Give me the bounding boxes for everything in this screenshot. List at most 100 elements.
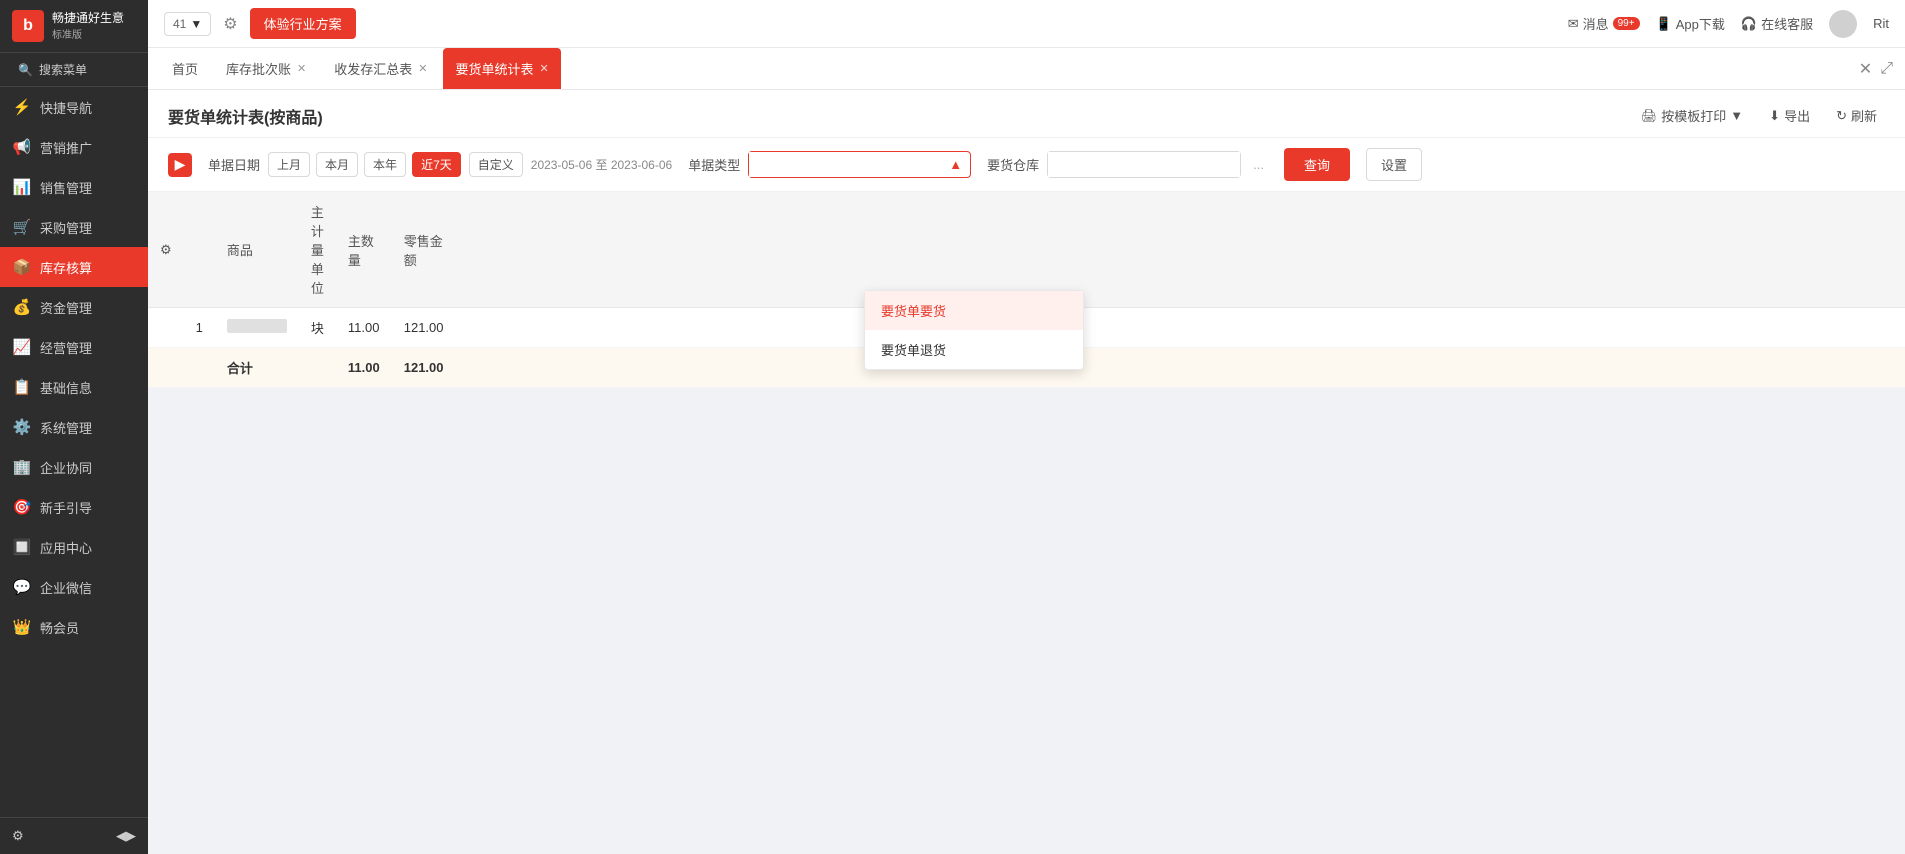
date-option-0[interactable]: 上月 [268, 152, 310, 177]
marketing-icon: 📢 [12, 137, 32, 157]
refresh-icon: ↻ [1836, 108, 1847, 124]
sidebar-item-enterprise[interactable]: 🏢 企业协同 [0, 447, 148, 487]
basic-icon: 📋 [12, 377, 32, 397]
sidebar-item-finance[interactable]: 💰 资金管理 [0, 287, 148, 327]
date-option-2[interactable]: 本年 [364, 152, 406, 177]
row-unit-0: 块 [299, 308, 336, 348]
sidebar-item-apps[interactable]: 🔲 应用中心 [0, 527, 148, 567]
tab-label-collect-summary: 收发存汇总表 [334, 59, 412, 78]
doc-type-group: 单据类型 ▲ [688, 151, 971, 178]
sidebar-item-inventory[interactable]: 📦 库存核算 [0, 247, 148, 287]
logo: b 畅捷通好生意 标准版 [0, 0, 148, 53]
tab-label-order-summary: 要货单统计表 [455, 59, 533, 78]
tab-inventory-batch[interactable]: 库存批次账 ✕ [214, 48, 318, 89]
dropdown-option-0[interactable]: 要货单要货 [865, 291, 1083, 330]
row-product-0 [215, 308, 299, 348]
print-icon: 🖨 [1641, 108, 1658, 124]
apps-icon: 🔲 [12, 537, 32, 557]
sidebar-item-label-guide: 新手引导 [40, 498, 92, 517]
doc-type-arrow-icon[interactable]: ▲ [941, 157, 970, 172]
finance-icon: 💰 [12, 297, 32, 317]
col-product-header: 商品 [215, 192, 299, 308]
row-no-0: 1 [184, 308, 215, 348]
settings-icon[interactable]: ⚙ [12, 828, 24, 844]
sidebar-item-sales[interactable]: 📊 销售管理 [0, 167, 148, 207]
date-option-1[interactable]: 本月 [316, 152, 358, 177]
sidebar-item-label-sales: 销售管理 [40, 178, 92, 197]
online-service-btn[interactable]: 🎧 在线客服 [1741, 14, 1813, 33]
custom-date-btn[interactable]: 自定义 [469, 152, 523, 177]
print-label: 按模板打印 [1661, 106, 1726, 125]
tab-order-summary[interactable]: 要货单统计表 ✕ [443, 48, 560, 89]
date-filter-group: 单据日期 上月本月本年近7天 自定义 2023-05-06 至 2023-06-… [208, 152, 672, 177]
store-selector[interactable]: 41 ▼ [164, 12, 211, 36]
footer-unit [299, 348, 336, 388]
sidebar-item-marketing[interactable]: 📢 营销推广 [0, 127, 148, 167]
sidebar-item-label-apps: 应用中心 [40, 538, 92, 557]
sidebar-item-guide[interactable]: 🎯 新手引导 [0, 487, 148, 527]
avatar[interactable] [1829, 10, 1857, 38]
app-name: 畅捷通好生意 [52, 11, 124, 27]
sidebar-nav: ⚡ 快捷导航 📢 营销推广 📊 销售管理 🛒 采购管理 📦 库存核算 💰 资金管… [0, 87, 148, 817]
sidebar-item-label-purchase: 采购管理 [40, 218, 92, 237]
sidebar-item-label-enterprise: 企业协同 [40, 458, 92, 477]
sidebar-search[interactable]: 🔍 搜索菜单 [0, 53, 148, 87]
print-dropdown-icon: ▼ [1730, 108, 1743, 123]
tab-collect-summary[interactable]: 收发存汇总表 ✕ [322, 48, 439, 89]
app-download-btn[interactable]: 📱 App下载 [1656, 14, 1725, 33]
page-actions: 🖨 按模板打印 ▼ ⬇ 导出 ↻ 刷新 [1633, 102, 1885, 129]
dropdown-option-1[interactable]: 要货单退货 [865, 330, 1083, 369]
expand-icon[interactable]: ⤢ [1880, 60, 1893, 78]
query-button[interactable]: 查询 [1284, 148, 1350, 181]
sidebar-item-system[interactable]: ⚙️ 系统管理 [0, 407, 148, 447]
store-dropdown-icon: ▼ [190, 17, 202, 31]
tab-close-collect-summary[interactable]: ✕ [418, 62, 427, 75]
sidebar-item-wechat[interactable]: 💬 企业微信 [0, 567, 148, 607]
settings-button[interactable]: 设置 [1366, 148, 1422, 181]
sales-icon: 📊 [12, 177, 32, 197]
logo-icon: b [12, 10, 44, 42]
export-btn[interactable]: ⬇ 导出 [1761, 102, 1818, 129]
doc-type-select[interactable]: ▲ [748, 151, 971, 178]
footer-extra [456, 348, 1905, 388]
sidebar-item-member[interactable]: 👑 畅会员 [0, 607, 148, 647]
tab-close-inventory-batch[interactable]: ✕ [297, 62, 306, 75]
inventory-icon: 📦 [12, 257, 32, 277]
sidebar-item-quick-nav[interactable]: ⚡ 快捷导航 [0, 87, 148, 127]
online-service-label: 在线客服 [1761, 14, 1813, 33]
warehouse-select[interactable] [1047, 151, 1241, 178]
sidebar-item-purchase[interactable]: 🛒 采购管理 [0, 207, 148, 247]
col-unit-header: 主计量单位 [299, 192, 336, 308]
print-btn[interactable]: 🖨 按模板打印 ▼ [1633, 102, 1751, 129]
sidebar-item-label-member: 畅会员 [40, 618, 79, 637]
column-settings[interactable]: ⚙ [148, 192, 184, 308]
sidebar-item-label-operations: 经营管理 [40, 338, 92, 357]
operations-icon: 📈 [12, 337, 32, 357]
sidebar-item-operations[interactable]: 📈 经营管理 [0, 327, 148, 367]
trial-button[interactable]: 体验行业方案 [250, 8, 356, 39]
close-all-icon[interactable]: ✕ [1859, 59, 1872, 79]
date-option-3[interactable]: 近7天 [412, 152, 461, 177]
tab-home[interactable]: 首页 [160, 48, 210, 89]
sidebar-item-basic[interactable]: 📋 基础信息 [0, 367, 148, 407]
topbar-settings-icon[interactable]: ⚙ [223, 14, 237, 34]
warehouse-input[interactable] [1048, 152, 1240, 177]
sidebar-item-label-quick-nav: 快捷导航 [40, 98, 92, 117]
doc-type-input[interactable] [749, 152, 941, 177]
app-download-label: App下载 [1676, 14, 1725, 33]
headset-icon: 🎧 [1741, 16, 1757, 32]
col-no-header [184, 192, 215, 308]
tab-close-order-summary[interactable]: ✕ [540, 62, 549, 75]
refresh-label: 刷新 [1851, 106, 1877, 125]
row-amount-0: 121.00 [392, 308, 456, 348]
refresh-btn[interactable]: ↻ 刷新 [1828, 102, 1885, 129]
filter-bar: ▶ 单据日期 上月本月本年近7天 自定义 2023-05-06 至 2023-0… [148, 138, 1905, 192]
filter-expand-btn[interactable]: ▶ [168, 153, 192, 177]
filter-more-icon[interactable]: ... [1249, 157, 1268, 172]
message-btn[interactable]: ✉ 消息 99+ [1568, 14, 1640, 33]
footer-label: 合计 [215, 348, 299, 388]
sidebar-search-label: 搜索菜单 [39, 61, 87, 78]
collapse-icon[interactable]: ◀▶ [116, 828, 136, 844]
store-number: 41 [173, 17, 186, 31]
sidebar-item-label-marketing: 营销推广 [40, 138, 92, 157]
